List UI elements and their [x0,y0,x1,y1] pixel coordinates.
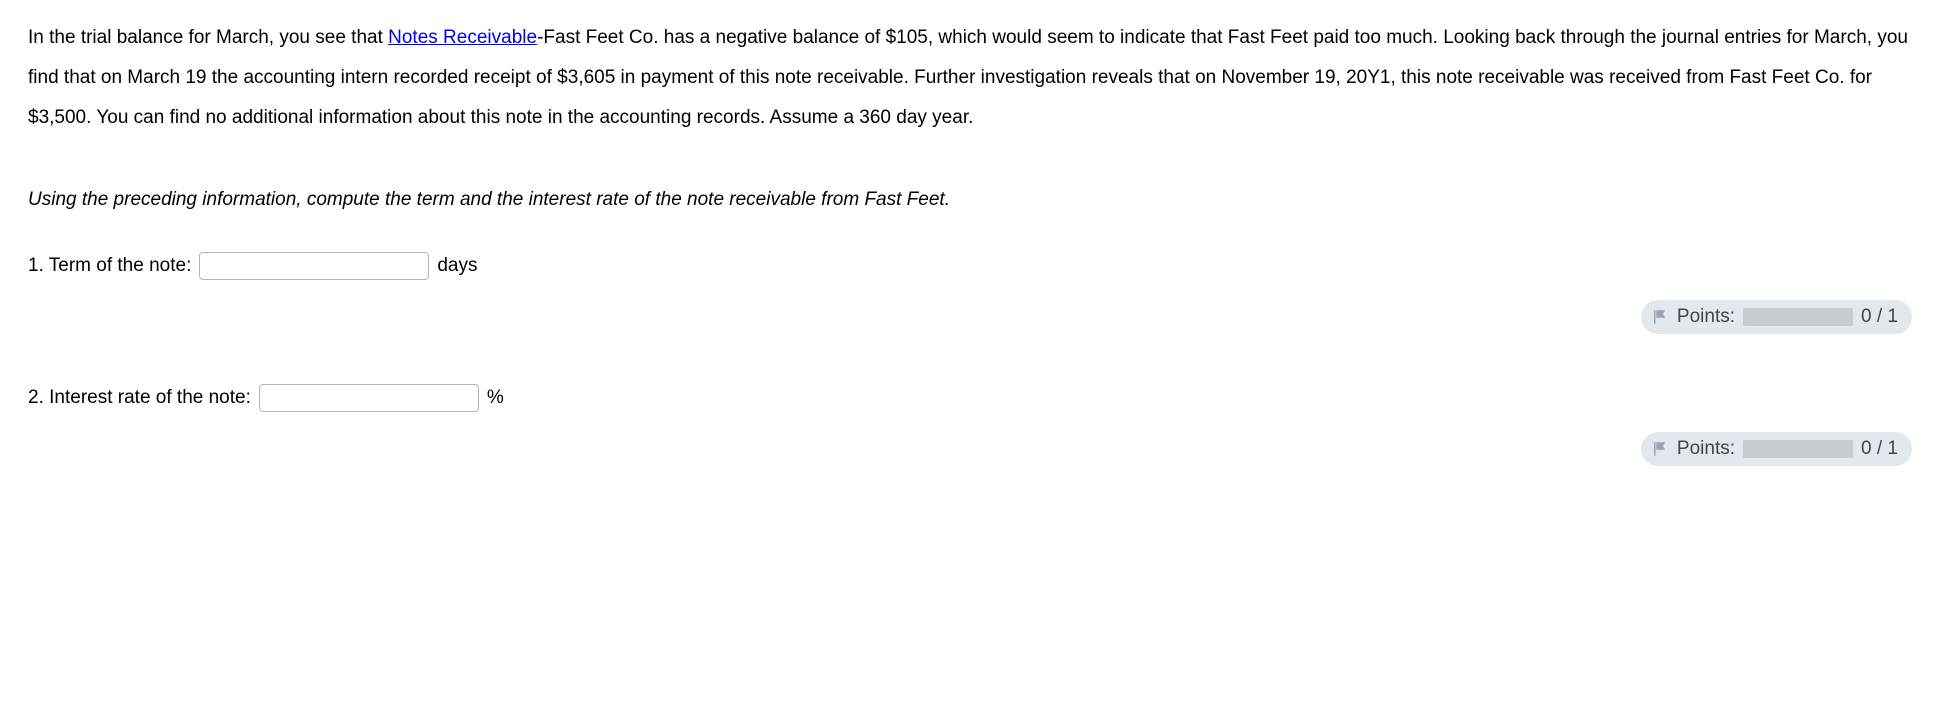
points-progress-bar-2 [1743,440,1853,458]
points-pill-2: Points: 0 / 1 [1641,432,1912,466]
flag-icon [1651,440,1669,458]
points-row-1: Points: 0 / 1 [28,300,1912,334]
points-row-2: Points: 0 / 1 [28,432,1912,466]
interest-rate-input[interactable] [259,384,479,412]
question-2-unit: % [487,387,504,409]
question-2-row: 2. Interest rate of the note: % [28,384,1912,412]
question-1-unit: days [437,255,477,277]
flag-icon [1651,308,1669,326]
points-score-2: 0 / 1 [1861,438,1898,460]
points-label-2: Points: [1677,438,1735,460]
question-1-label: 1. Term of the note: [28,255,191,277]
points-label-1: Points: [1677,306,1735,328]
question-2-label: 2. Interest rate of the note: [28,387,251,409]
term-of-note-input[interactable] [199,252,429,280]
instruction-text: Using the preceding information, compute… [28,186,1912,215]
problem-paragraph: In the trial balance for March, you see … [28,18,1912,138]
points-pill-1: Points: 0 / 1 [1641,300,1912,334]
question-1-row: 1. Term of the note: days [28,252,1912,280]
notes-receivable-link[interactable]: Notes Receivable [388,27,537,48]
paragraph-text-1: In the trial balance for March, you see … [28,27,388,48]
points-score-1: 0 / 1 [1861,306,1898,328]
points-progress-bar-1 [1743,308,1853,326]
